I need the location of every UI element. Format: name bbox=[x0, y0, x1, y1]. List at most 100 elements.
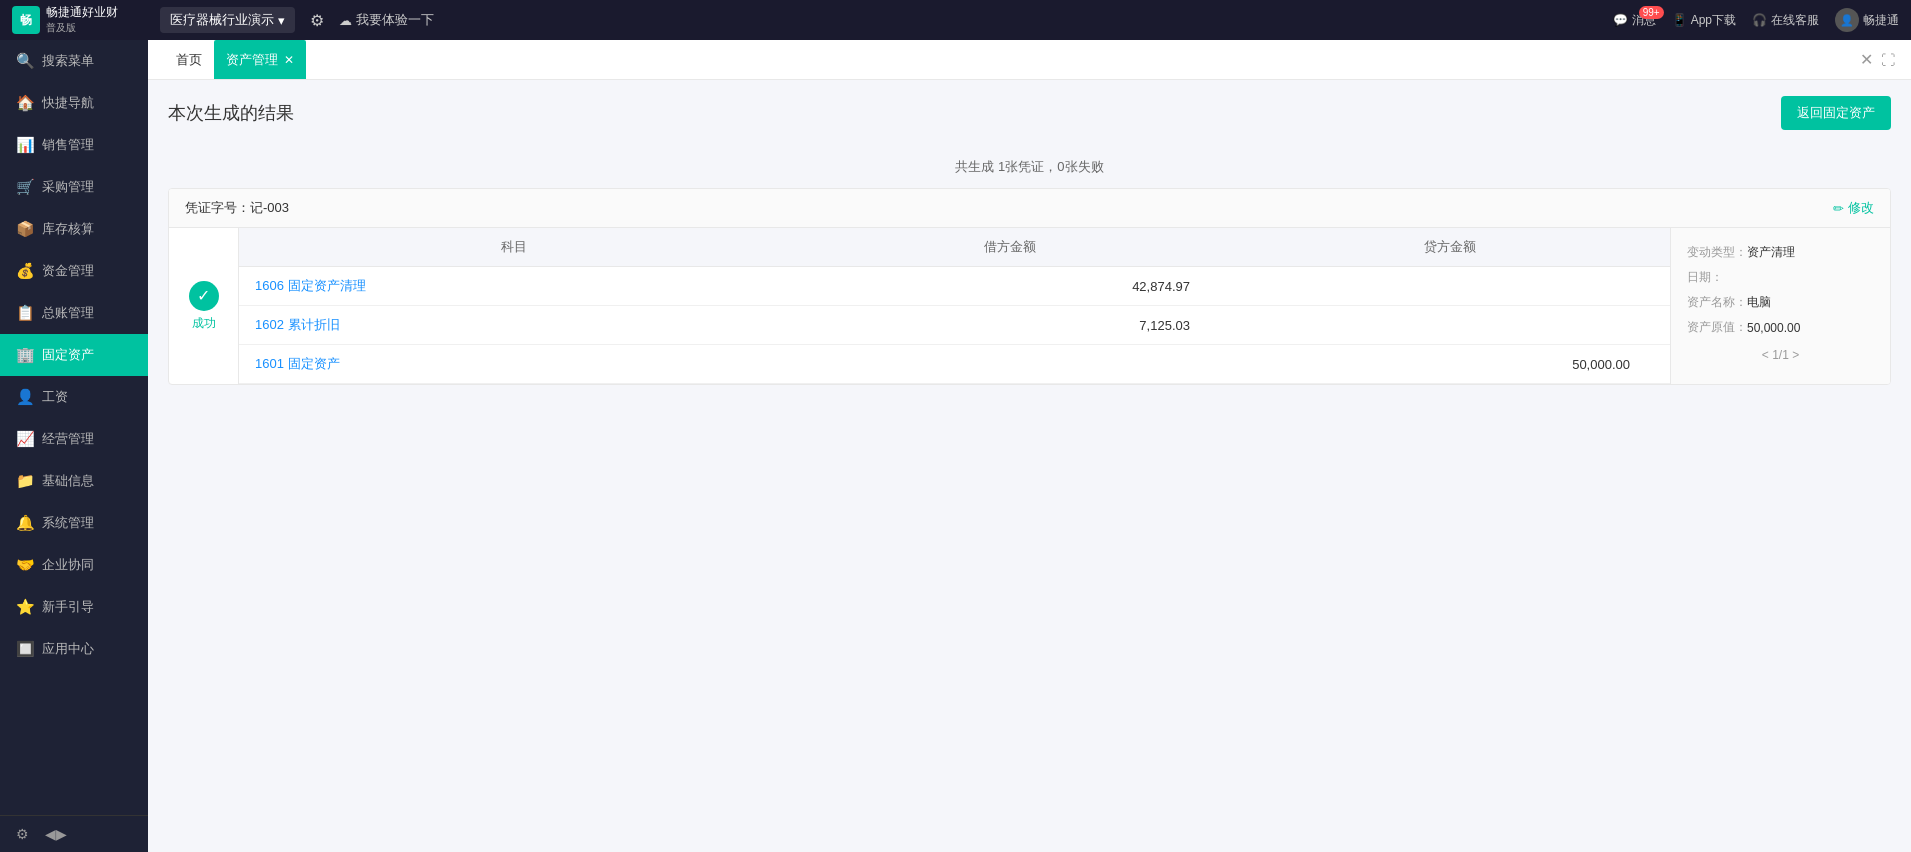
col-debit: 借方金额 bbox=[790, 228, 1230, 267]
main-layout: 🔍 搜索菜单 🏠 快捷导航 📊 销售管理 🛒 采购管理 📦 库存核算 💰 资金管… bbox=[0, 40, 1911, 852]
table-main: 科目 借方金额 贷方金额 1606 固定资产清理 bbox=[239, 228, 1670, 384]
sidebar-label-ledger: 总账管理 bbox=[42, 304, 94, 322]
table-wrapper: ✓ 成功 科目 借方金额 贷方金额 bbox=[169, 228, 1890, 384]
sidebar-item-system[interactable]: 🔔 系统管理 bbox=[0, 502, 148, 544]
message-badge: 99+ bbox=[1639, 6, 1664, 19]
sidebar-label-enterprise: 企业协同 bbox=[42, 556, 94, 574]
sidebar-item-basic-info[interactable]: 📁 基础信息 bbox=[0, 460, 148, 502]
message-button[interactable]: 💬 消息 99+ bbox=[1613, 12, 1656, 29]
logo-text: 畅捷通好业财 bbox=[46, 5, 118, 21]
tab-bar: 首页 资产管理 ✕ ✕ ⛶ bbox=[148, 40, 1911, 80]
next-icon[interactable]: > bbox=[1792, 348, 1799, 362]
sidebar-label-operations: 经营管理 bbox=[42, 430, 94, 448]
grid-icon: 🔲 bbox=[16, 640, 34, 658]
ledger-icon: 📋 bbox=[16, 304, 34, 322]
summary-text: 共生成 1张凭证，0张失败 bbox=[168, 146, 1891, 188]
tab-asset-management[interactable]: 资产管理 ✕ bbox=[214, 40, 306, 79]
sidebar-item-payroll[interactable]: 👤 工资 bbox=[0, 376, 148, 418]
customer-service-label: 在线客服 bbox=[1771, 12, 1819, 29]
sidebar-item-capital[interactable]: 💰 资金管理 bbox=[0, 250, 148, 292]
debit-3 bbox=[790, 345, 1230, 384]
sidebar: 🔍 搜索菜单 🏠 快捷导航 📊 销售管理 🛒 采购管理 📦 库存核算 💰 资金管… bbox=[0, 40, 148, 852]
subject-3: 1601 固定资产 bbox=[239, 345, 790, 384]
sidebar-item-search[interactable]: 🔍 搜索菜单 bbox=[0, 40, 148, 82]
cloud-icon: ☁ bbox=[339, 13, 352, 28]
panel-expand-icon[interactable]: ⛶ bbox=[1881, 52, 1895, 68]
sidebar-label-basic-info: 基础信息 bbox=[42, 472, 94, 490]
tab-home-label: 首页 bbox=[176, 51, 202, 69]
credit-1 bbox=[1230, 267, 1670, 306]
asset-name-row: 资产名称： 电脑 bbox=[1687, 290, 1874, 315]
sidebar-item-inventory[interactable]: 📦 库存核算 bbox=[0, 208, 148, 250]
subject-1: 1606 固定资产清理 bbox=[239, 267, 790, 306]
change-type-value: 资产清理 bbox=[1747, 244, 1795, 261]
subject-link-2[interactable]: 1602 累计折旧 bbox=[255, 317, 340, 332]
sidebar-label-payroll: 工资 bbox=[42, 388, 68, 406]
voucher-header: 凭证字号：记-003 ✏ 修改 bbox=[169, 189, 1890, 228]
panel-close-icon[interactable]: ✕ bbox=[1860, 50, 1873, 69]
right-panel: 变动类型： 资产清理 日期： 资产名称： 电脑 资产原值： bbox=[1670, 228, 1890, 384]
user-area[interactable]: 👤 畅捷通 bbox=[1835, 8, 1899, 32]
voucher-edit-button[interactable]: ✏ 修改 bbox=[1833, 199, 1874, 217]
sidebar-item-enterprise[interactable]: 🤝 企业协同 bbox=[0, 544, 148, 586]
app-download-button[interactable]: 📱 App下载 bbox=[1672, 12, 1736, 29]
money-icon: 💰 bbox=[16, 262, 34, 280]
operations-icon: 📈 bbox=[16, 430, 34, 448]
trial-label: 我要体验一下 bbox=[356, 11, 434, 29]
company-selector[interactable]: 医疗器械行业演示 ▾ bbox=[160, 7, 295, 33]
success-text: 成功 bbox=[192, 315, 216, 332]
folder-icon: 📁 bbox=[16, 472, 34, 490]
bell-icon: 🔔 bbox=[16, 514, 34, 532]
subject-2: 1602 累计折旧 bbox=[239, 306, 790, 345]
voucher-table: 科目 借方金额 贷方金额 1606 固定资产清理 bbox=[239, 228, 1670, 384]
original-value-row: 资产原值： 50,000.00 bbox=[1687, 315, 1874, 340]
settings-button[interactable]: ⚙ bbox=[303, 6, 331, 34]
customer-service-button[interactable]: 🎧 在线客服 bbox=[1752, 12, 1819, 29]
subject-link-1[interactable]: 1606 固定资产清理 bbox=[255, 278, 366, 293]
sidebar-item-sales[interactable]: 📊 销售管理 bbox=[0, 124, 148, 166]
col-credit: 贷方金额 bbox=[1230, 228, 1670, 267]
tab-close-icon[interactable]: ✕ bbox=[284, 53, 294, 67]
app-download-label: App下载 bbox=[1691, 12, 1736, 29]
sidebar-label-guide: 新手引导 bbox=[42, 598, 94, 616]
sidebar-label-capital: 资金管理 bbox=[42, 262, 94, 280]
original-value-value: 50,000.00 bbox=[1747, 321, 1800, 335]
subject-link-3[interactable]: 1601 固定资产 bbox=[255, 356, 340, 371]
sidebar-item-fixed-assets[interactable]: 🏢 固定资产 bbox=[0, 334, 148, 376]
star-icon: ⭐ bbox=[16, 598, 34, 616]
page-indicator: 1/1 bbox=[1772, 348, 1792, 362]
sidebar-item-purchase[interactable]: 🛒 采购管理 bbox=[0, 166, 148, 208]
sidebar-label-inventory: 库存核算 bbox=[42, 220, 94, 238]
sidebar-item-operations[interactable]: 📈 经营管理 bbox=[0, 418, 148, 460]
toggle-icon[interactable]: ◀▶ bbox=[45, 826, 67, 842]
download-icon: 📱 bbox=[1672, 13, 1687, 27]
tab-home[interactable]: 首页 bbox=[164, 40, 214, 79]
box-icon: 📦 bbox=[16, 220, 34, 238]
success-column: ✓ 成功 bbox=[169, 228, 239, 384]
success-cell: ✓ 成功 bbox=[181, 273, 227, 340]
date-row: 日期： bbox=[1687, 265, 1874, 290]
sidebar-item-quick-nav[interactable]: 🏠 快捷导航 bbox=[0, 82, 148, 124]
trial-button[interactable]: ☁ 我要体验一下 bbox=[339, 11, 434, 29]
headset-icon: 🎧 bbox=[1752, 13, 1767, 27]
settings-bottom-icon[interactable]: ⚙ bbox=[16, 826, 29, 842]
home-icon: 🏠 bbox=[16, 94, 34, 112]
header-right: 💬 消息 99+ 📱 App下载 🎧 在线客服 👤 畅捷通 bbox=[1613, 8, 1899, 32]
success-icon: ✓ bbox=[189, 281, 219, 311]
return-button[interactable]: 返回固定资产 bbox=[1781, 96, 1891, 130]
sidebar-item-ledger[interactable]: 📋 总账管理 bbox=[0, 292, 148, 334]
page-title-row: 本次生成的结果 返回固定资产 bbox=[168, 96, 1891, 130]
credit-3: 50,000.00 bbox=[1230, 345, 1670, 384]
prev-icon[interactable]: < bbox=[1762, 348, 1769, 362]
pagination: < 1/1 > bbox=[1687, 340, 1874, 370]
voucher-number: 凭证字号：记-003 bbox=[185, 199, 289, 217]
sidebar-item-app-center[interactable]: 🔲 应用中心 bbox=[0, 628, 148, 670]
logo-area: 畅 畅捷通好业财 普及版 bbox=[12, 5, 160, 35]
top-header: 畅 畅捷通好业财 普及版 医疗器械行业演示 ▾ ⚙ ☁ 我要体验一下 💬 消息 … bbox=[0, 0, 1911, 40]
user-icon: 👤 bbox=[16, 388, 34, 406]
tab-asset-management-label: 资产管理 bbox=[226, 51, 278, 69]
handshake-icon: 🤝 bbox=[16, 556, 34, 574]
sidebar-item-guide[interactable]: ⭐ 新手引导 bbox=[0, 586, 148, 628]
asset-name-value: 电脑 bbox=[1747, 294, 1771, 311]
gear-icon: ⚙ bbox=[310, 11, 324, 30]
